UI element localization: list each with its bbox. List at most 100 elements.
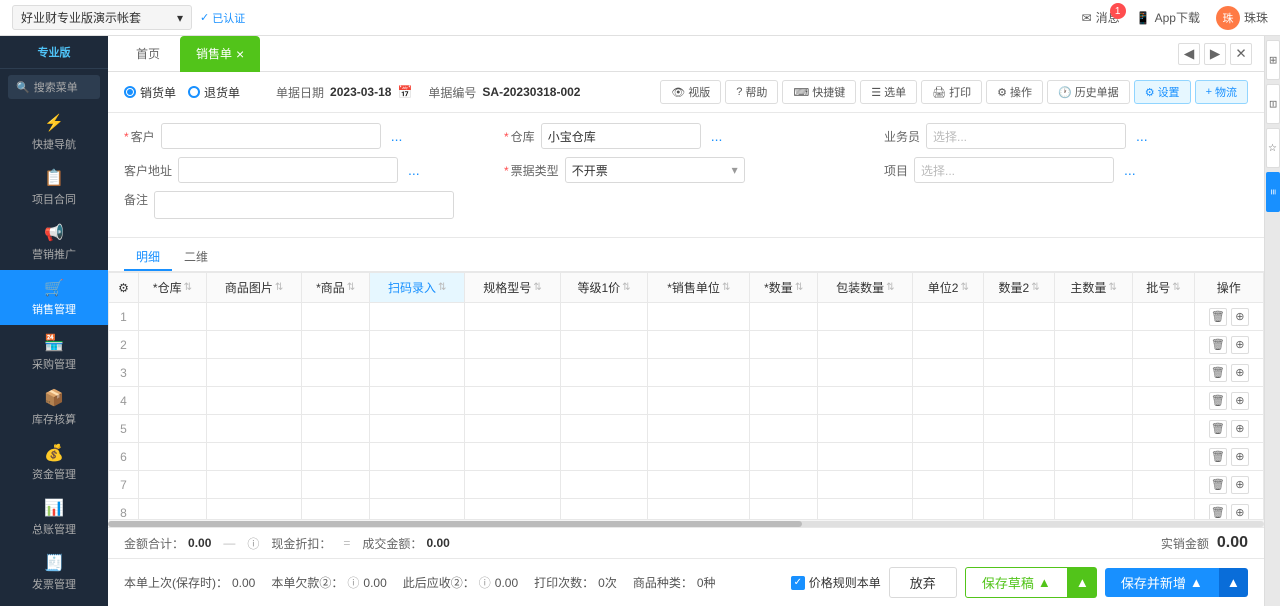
table-cell[interactable]: [818, 415, 913, 443]
table-cell[interactable]: [648, 471, 750, 499]
table-cell[interactable]: [370, 387, 465, 415]
delete-row-button[interactable]: 🗑: [1209, 448, 1227, 466]
table-cell[interactable]: [139, 415, 207, 443]
copy-row-button[interactable]: ⊕: [1231, 392, 1249, 410]
table-cell[interactable]: [139, 443, 207, 471]
sort-icon[interactable]: ⇅: [722, 282, 730, 293]
table-cell[interactable]: [648, 499, 750, 520]
table-cell[interactable]: [370, 443, 465, 471]
table-cell[interactable]: [648, 415, 750, 443]
save-draft-arrow-button[interactable]: ▲: [1068, 567, 1097, 598]
sort-icon[interactable]: ⇅: [1031, 282, 1039, 293]
table-cell[interactable]: [560, 415, 648, 443]
select-order-button[interactable]: ☰ 选单: [860, 80, 917, 104]
copy-row-button[interactable]: ⊕: [1231, 364, 1249, 382]
customer-input[interactable]: [161, 123, 381, 149]
table-cell[interactable]: [465, 499, 560, 520]
table-cell[interactable]: [913, 499, 984, 520]
note-textarea[interactable]: [154, 191, 454, 219]
table-cell[interactable]: [1054, 303, 1132, 331]
table-cell[interactable]: [984, 303, 1055, 331]
sidebar-item-tax[interactable]: 📑 税务管理: [0, 600, 108, 606]
table-cell[interactable]: [465, 471, 560, 499]
table-cell[interactable]: [913, 443, 984, 471]
sort-icon[interactable]: ⇅: [1172, 282, 1180, 293]
table-cell[interactable]: [206, 415, 301, 443]
shortcut-button[interactable]: ⌨ 快捷键: [782, 80, 856, 104]
history-button[interactable]: 🕐 历史单据: [1047, 80, 1130, 104]
table-cell[interactable]: [139, 331, 207, 359]
table-cell[interactable]: [302, 499, 370, 520]
tab-prev-button[interactable]: ◀: [1178, 43, 1200, 65]
table-cell[interactable]: [984, 387, 1055, 415]
table-cell[interactable]: [818, 303, 913, 331]
table-cell[interactable]: [1054, 331, 1132, 359]
action-button[interactable]: ⚙ 操作: [986, 80, 1043, 104]
table-cell[interactable]: [370, 499, 465, 520]
radio-return[interactable]: 退货单: [188, 84, 240, 101]
warehouse-dots[interactable]: ...: [711, 128, 723, 144]
table-cell[interactable]: [913, 303, 984, 331]
table-cell[interactable]: [1133, 443, 1194, 471]
sort-icon[interactable]: ⇅: [795, 282, 803, 293]
table-cell[interactable]: [302, 303, 370, 331]
table-cell[interactable]: [750, 331, 818, 359]
right-panel-btn-1[interactable]: ⊞: [1266, 40, 1280, 80]
table-cell[interactable]: [750, 471, 818, 499]
sort-icon[interactable]: ⇅: [347, 282, 355, 293]
table-cell[interactable]: [913, 331, 984, 359]
table-cell[interactable]: [984, 415, 1055, 443]
table-cell[interactable]: [139, 387, 207, 415]
table-cell[interactable]: [984, 471, 1055, 499]
table-cell[interactable]: [139, 471, 207, 499]
table-cell[interactable]: [560, 303, 648, 331]
table-cell[interactable]: [206, 387, 301, 415]
table-cell[interactable]: [913, 387, 984, 415]
tab-next-button[interactable]: ▶: [1204, 43, 1226, 65]
sidebar-item-nav[interactable]: ⚡ 快捷导航: [0, 105, 108, 160]
table-cell[interactable]: [818, 443, 913, 471]
right-panel-btn-4[interactable]: ≡: [1266, 172, 1280, 212]
table-cell[interactable]: [302, 415, 370, 443]
table-cell[interactable]: [206, 331, 301, 359]
table-cell[interactable]: [1133, 471, 1194, 499]
table-cell[interactable]: [750, 387, 818, 415]
delete-row-button[interactable]: 🗑: [1209, 364, 1227, 382]
message-button[interactable]: ✉ 消息 1: [1082, 9, 1120, 26]
price-rule-checkbox[interactable]: ✓ 价格规则本单: [791, 574, 881, 591]
table-cell[interactable]: [1133, 303, 1194, 331]
table-cell[interactable]: [465, 387, 560, 415]
sort-icon[interactable]: ⇅: [533, 282, 541, 293]
table-cell[interactable]: [1133, 387, 1194, 415]
table-cell[interactable]: [1054, 499, 1132, 520]
table-cell[interactable]: [750, 359, 818, 387]
add-material-button[interactable]: + 物流: [1195, 80, 1248, 104]
project-input[interactable]: 选择...: [914, 157, 1114, 183]
warehouse-input[interactable]: 小宝仓库: [541, 123, 701, 149]
delete-row-button[interactable]: 🗑: [1209, 420, 1227, 438]
debt-help-icon[interactable]: ⓘ: [347, 574, 359, 591]
address-input[interactable]: [178, 157, 398, 183]
sidebar-item-project[interactable]: 📋 项目合同: [0, 160, 108, 215]
tab-close-icon[interactable]: ×: [236, 46, 244, 62]
table-cell[interactable]: [206, 359, 301, 387]
user-profile[interactable]: 珠 珠珠: [1216, 6, 1268, 30]
table-cell[interactable]: [648, 443, 750, 471]
table-cell[interactable]: [560, 471, 648, 499]
copy-row-button[interactable]: ⊕: [1231, 308, 1249, 326]
table-cell[interactable]: [370, 359, 465, 387]
tab-2d[interactable]: 二维: [172, 244, 220, 271]
table-cell[interactable]: [206, 443, 301, 471]
scroll-thumb[interactable]: [108, 521, 802, 527]
table-cell[interactable]: [1133, 415, 1194, 443]
table-cell[interactable]: [1133, 499, 1194, 520]
table-cell[interactable]: [370, 331, 465, 359]
receivable-help-icon[interactable]: ⓘ: [479, 574, 491, 591]
table-cell[interactable]: [1054, 387, 1132, 415]
table-cell[interactable]: [648, 387, 750, 415]
table-cell[interactable]: [1054, 443, 1132, 471]
table-cell[interactable]: [206, 499, 301, 520]
save-new-arrow-button[interactable]: ▲: [1219, 568, 1248, 597]
table-cell[interactable]: [1133, 359, 1194, 387]
table-cell[interactable]: [206, 471, 301, 499]
